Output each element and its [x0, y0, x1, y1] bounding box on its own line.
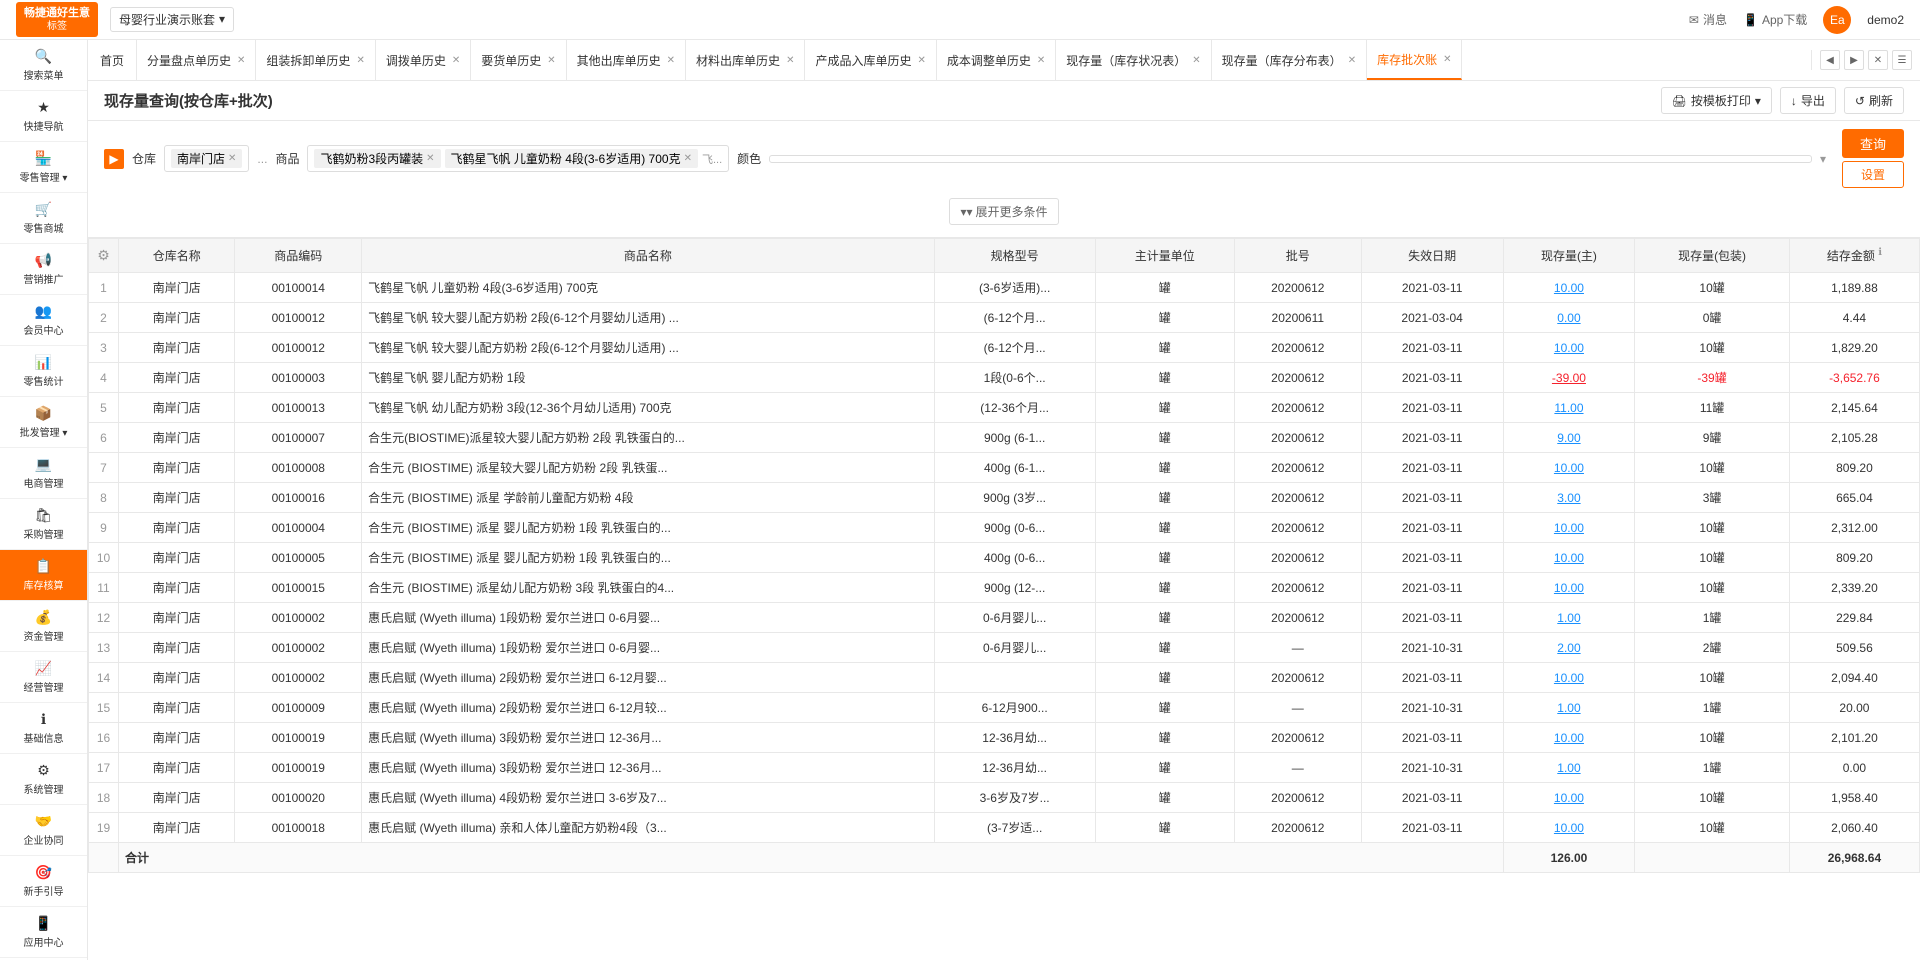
table-row: 2南岸门店00100012飞鹤星飞帆 较大婴儿配方奶粉 2段(6-12个月婴幼儿…	[89, 303, 1920, 333]
nav-close[interactable]: ✕	[1868, 50, 1888, 70]
topnav-tab-8[interactable]: 现存量（库存状况表）✕	[1056, 40, 1211, 80]
nav-prev[interactable]: ◀	[1820, 50, 1840, 70]
message-icon[interactable]: ✉ 消息	[1689, 11, 1727, 28]
sidebar-item-12[interactable]: 📈经营管理	[0, 652, 87, 703]
col-header-3: 商品名称	[362, 239, 935, 273]
topnav-tab-1[interactable]: 组装拆卸单历史✕	[256, 40, 375, 80]
warehouse-filter[interactable]: 南岸门店 ✕	[164, 145, 249, 172]
table-row: 10南岸门店00100005合生元 (BIOSTIME) 派星 婴儿配方奶粉 1…	[89, 543, 1920, 573]
settings-button[interactable]: 设置	[1842, 161, 1904, 188]
filter-toggle-arrow[interactable]: ▶	[104, 149, 124, 169]
col-header-9: 现存量(包装)	[1635, 239, 1790, 273]
sidebar-item-10[interactable]: 📋库存核算	[0, 550, 87, 601]
table-row: 7南岸门店00100008合生元 (BIOSTIME) 派星较大婴儿配方奶粉 2…	[89, 453, 1920, 483]
inventory-table: ⚙仓库名称商品编码商品名称规格型号主计量单位批号失效日期现存量(主)现存量(包装…	[88, 238, 1920, 873]
table-area: ⚙仓库名称商品编码商品名称规格型号主计量单位批号失效日期现存量(主)现存量(包装…	[88, 238, 1920, 960]
query-button[interactable]: 查询	[1842, 129, 1904, 158]
col-header-5: 主计量单位	[1095, 239, 1234, 273]
product-tag-2: 飞鹤星飞帆 儿童奶粉 4段(3-6岁适用) 700克 ✕	[445, 149, 698, 168]
topnav-tab-4[interactable]: 其他出库单历史✕	[567, 40, 686, 80]
user-avatar[interactable]: Ea	[1823, 6, 1851, 34]
col-header-7: 失效日期	[1361, 239, 1503, 273]
warehouse-label: 仓库	[132, 150, 156, 167]
topnav-tab-9[interactable]: 现存量（库存分布表）✕	[1212, 40, 1367, 80]
sidebar-item-16[interactable]: 🎯新手引导	[0, 856, 87, 907]
product-filter[interactable]: 飞鹤奶粉3段丙罐装 ✕ 飞鹤星飞帆 儿童奶粉 4段(3-6岁适用) 700克 ✕…	[307, 145, 729, 172]
sidebar-item-17[interactable]: 📱应用中心	[0, 907, 87, 958]
filter-ellipsis[interactable]: ...	[257, 152, 267, 166]
table-row: 15南岸门店00100009惠氏启赋 (Wyeth illuma) 2段奶粉 爱…	[89, 693, 1920, 723]
product-label: 商品	[275, 150, 299, 167]
color-label: 颜色	[737, 150, 761, 167]
refresh-button[interactable]: ↺ 刷新	[1844, 87, 1904, 114]
table-row: 11南岸门店00100015合生元 (BIOSTIME) 派星幼儿配方奶粉 3段…	[89, 573, 1920, 603]
col-header-0: ⚙	[89, 239, 119, 273]
col-header-4: 规格型号	[934, 239, 1095, 273]
sidebar-item-11[interactable]: 💰资金管理	[0, 601, 87, 652]
print-button[interactable]: 🖨 按模板打印 ▾	[1661, 87, 1772, 114]
nav-menu[interactable]: ☰	[1892, 50, 1912, 70]
table-row: 18南岸门店00100020惠氏启赋 (Wyeth illuma) 4段奶粉 爱…	[89, 783, 1920, 813]
table-row: 12南岸门店00100002惠氏启赋 (Wyeth illuma) 1段奶粉 爱…	[89, 603, 1920, 633]
topnav: 首页 分量盘点单历史✕组装拆卸单历史✕调拨单历史✕要货单历史✕其他出库单历史✕材…	[88, 40, 1920, 81]
table-row: 8南岸门店00100016合生元 (BIOSTIME) 派星 学龄前儿童配方奶粉…	[89, 483, 1920, 513]
color-filter-arrow[interactable]: ▾	[1820, 152, 1826, 166]
sidebar-item-9[interactable]: 🛍采购管理	[0, 499, 87, 550]
app-download-icon[interactable]: 📱 App下载	[1743, 11, 1807, 28]
app-logo: 畅捷通好生意 标签	[16, 2, 98, 37]
warehouse-tag: 南岸门店 ✕	[171, 149, 242, 168]
sidebar-item-4[interactable]: 📢营销推广	[0, 244, 87, 295]
topnav-tab-6[interactable]: 产成品入库单历史✕	[805, 40, 936, 80]
color-filter[interactable]	[769, 155, 1812, 163]
page-title: 现存量查询(按仓库+批次)	[104, 90, 273, 111]
table-row: 19南岸门店00100018惠氏启赋 (Wyeth illuma) 亲和人体儿童…	[89, 813, 1920, 843]
col-header-6: 批号	[1234, 239, 1361, 273]
sidebar-item-2[interactable]: 🏪零售管理 ▾	[0, 142, 87, 193]
sidebar-item-6[interactable]: 📊零售统计	[0, 346, 87, 397]
col-header-8: 现存量(主)	[1503, 239, 1635, 273]
table-row: 13南岸门店00100002惠氏启赋 (Wyeth illuma) 1段奶粉 爱…	[89, 633, 1920, 663]
product-more-indicator: 飞...	[702, 151, 722, 167]
col-header-10: 结存金额 ℹ	[1789, 239, 1919, 273]
sidebar: 🔍搜索菜单★快捷导航🏪零售管理 ▾🛒零售商城📢营销推广👥会员中心📊零售统计📦批发…	[0, 40, 88, 960]
col-header-2: 商品编码	[235, 239, 362, 273]
sidebar-item-0[interactable]: 🔍搜索菜单	[0, 40, 87, 91]
table-row: 5南岸门店00100013飞鹤星飞帆 幼儿配方奶粉 3段(12-36个月幼儿适用…	[89, 393, 1920, 423]
sidebar-item-15[interactable]: 🤝企业协同	[0, 805, 87, 856]
product-tag-1: 飞鹤奶粉3段丙罐装 ✕	[314, 149, 440, 168]
topnav-tab-5[interactable]: 材料出库单历史✕	[686, 40, 805, 80]
sidebar-item-14[interactable]: ⚙系统管理	[0, 754, 87, 805]
sidebar-item-5[interactable]: 👥会员中心	[0, 295, 87, 346]
table-row: 17南岸门店00100019惠氏启赋 (Wyeth illuma) 3段奶粉 爱…	[89, 753, 1920, 783]
topnav-tab-10[interactable]: 库存批次账✕	[1367, 40, 1462, 80]
table-row: 9南岸门店00100004合生元 (BIOSTIME) 派星 婴儿配方奶粉 1段…	[89, 513, 1920, 543]
table-row: 3南岸门店00100012飞鹤星飞帆 较大婴儿配方奶粉 2段(6-12个月婴幼儿…	[89, 333, 1920, 363]
topnav-tab-0[interactable]: 分量盘点单历史✕	[137, 40, 256, 80]
sidebar-item-1[interactable]: ★快捷导航	[0, 91, 87, 142]
nav-next[interactable]: ▶	[1844, 50, 1864, 70]
expand-more-button[interactable]: ▾▾ 展开更多条件	[949, 198, 1058, 225]
topnav-tab-2[interactable]: 调拨单历史✕	[376, 40, 471, 80]
sidebar-item-13[interactable]: ℹ基础信息	[0, 703, 87, 754]
topnav-tab-3[interactable]: 要货单历史✕	[471, 40, 566, 80]
app-header: 畅捷通好生意 标签 母婴行业演示账套 ▾ ✉ 消息 📱 App下载 Ea dem…	[0, 0, 1920, 40]
table-footer-row: 合计 126.00 26,968.64	[89, 843, 1920, 873]
table-row: 16南岸门店00100019惠氏启赋 (Wyeth illuma) 3段奶粉 爱…	[89, 723, 1920, 753]
table-row: 1南岸门店00100014飞鹤星飞帆 儿童奶粉 4段(3-6岁适用) 700克(…	[89, 273, 1920, 303]
org-selector[interactable]: 母婴行业演示账套 ▾	[110, 7, 234, 32]
page-header: 现存量查询(按仓库+批次) 🖨 按模板打印 ▾ ↓ 导出 ↺ 刷新	[88, 81, 1920, 121]
username[interactable]: demo2	[1867, 13, 1904, 27]
topnav-tab-7[interactable]: 成本调整单历史✕	[937, 40, 1056, 80]
filter-area: ▶ 仓库 南岸门店 ✕ ... 商品 飞鹤奶粉3段丙罐装	[88, 121, 1920, 238]
sidebar-item-7[interactable]: 📦批发管理 ▾	[0, 397, 87, 448]
table-row: 14南岸门店00100002惠氏启赋 (Wyeth illuma) 2段奶粉 爱…	[89, 663, 1920, 693]
table-row: 6南岸门店00100007合生元(BIOSTIME)派星较大婴儿配方奶粉 2段 …	[89, 423, 1920, 453]
sidebar-item-3[interactable]: 🛒零售商城	[0, 193, 87, 244]
sidebar-item-8[interactable]: 💻电商管理	[0, 448, 87, 499]
export-button[interactable]: ↓ 导出	[1780, 87, 1836, 114]
col-header-1: 仓库名称	[119, 239, 235, 273]
home-tab[interactable]: 首页	[88, 40, 137, 80]
table-row: 4南岸门店00100003飞鹤星飞帆 婴儿配方奶粉 1段1段(0-6个...罐2…	[89, 363, 1920, 393]
